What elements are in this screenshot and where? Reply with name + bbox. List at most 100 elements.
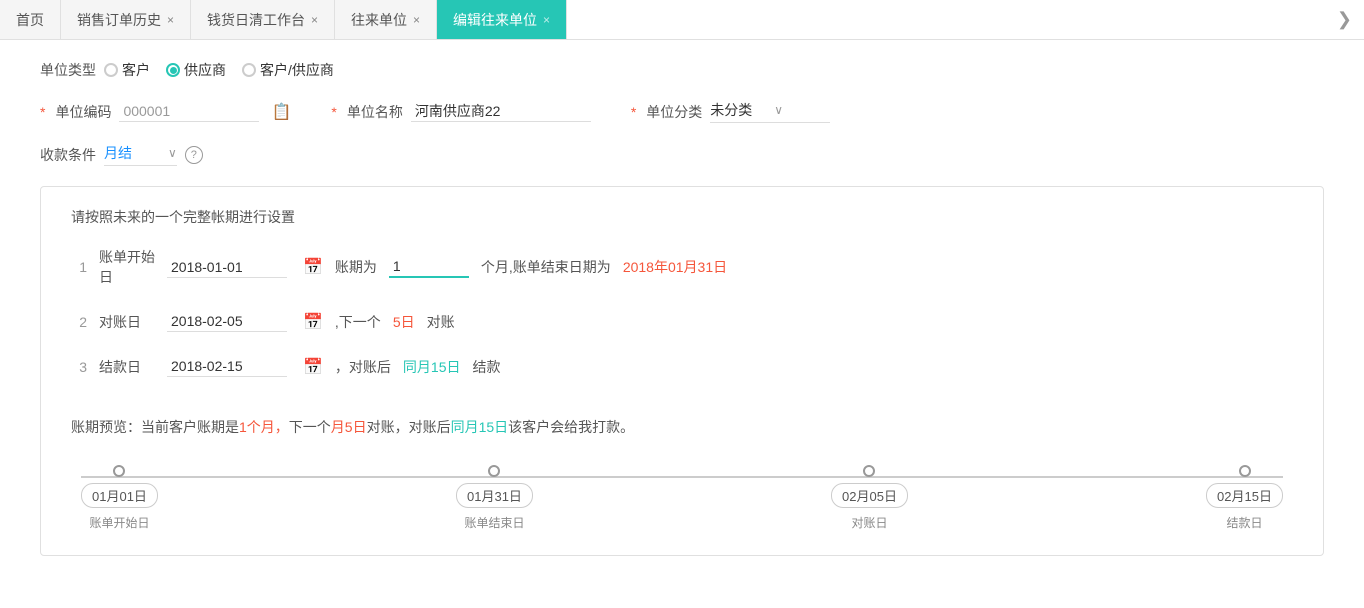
tab-home-label: 首页 — [16, 10, 44, 30]
payment-terms-arrow: ∨ — [168, 146, 177, 160]
timeline-node-1: 01月01日 账单开始日 — [81, 465, 158, 531]
radio-group-unit-type: 客户 供应商 客户/供应商 — [104, 60, 334, 80]
payment-day-highlight: 同月15日 — [403, 357, 461, 377]
radio-customer-supplier-label: 客户/供应商 — [260, 60, 334, 80]
period-suffix-pre: 个月,账单结束日期为 — [481, 257, 611, 277]
tab-sales-history[interactable]: 销售订单历史 × — [61, 0, 191, 39]
preview-months: 1个月， — [239, 419, 289, 435]
period-prefix: 账期为 — [335, 257, 377, 277]
tab-cash-work[interactable]: 钱货日清工作台 × — [191, 0, 335, 39]
unit-code-label: 单位编码 — [55, 102, 111, 122]
radio-customer-supplier-circle — [242, 63, 256, 77]
unit-category-value: 未分类 — [710, 100, 770, 120]
preview-reconcile-day: 月5日 — [331, 419, 367, 435]
tab-partner-unit-close[interactable]: × — [413, 13, 420, 27]
timeline-dot-2 — [488, 465, 500, 477]
unit-category-label: 单位分类 — [646, 102, 702, 122]
timeline-badge-4: 02月15日 — [1206, 483, 1283, 508]
timeline-sublabel-2: 账单结束日 — [464, 514, 524, 531]
tab-edit-partner[interactable]: 编辑往来单位 × — [437, 0, 567, 39]
setting-row-1: 1 账单开始日 📅 账期为 个月,账单结束日期为 2018年01月31日 — [71, 247, 1293, 287]
unit-type-group: 单位类型 客户 供应商 客户/供应商 — [40, 60, 334, 80]
radio-customer-circle — [104, 63, 118, 77]
unit-code-icon[interactable]: 📋 — [271, 102, 291, 122]
timeline-nodes: 01月01日 账单开始日 01月31日 账单结束日 02月05日 对账日 — [81, 465, 1283, 531]
payment-terms-value: 月结 — [104, 143, 164, 163]
unit-name-label: 单位名称 — [347, 102, 403, 122]
payment-help-icon[interactable]: ? — [185, 146, 203, 164]
unit-info-row: * 单位编码 📋 * 单位名称 * 单位分类 未分类 ∨ — [40, 100, 1324, 123]
timeline-badge-1: 01月01日 — [81, 483, 158, 508]
preview-reconcile-suffix: 对账，对账后 — [367, 419, 451, 435]
tab-home[interactable]: 首页 — [0, 0, 61, 39]
timeline-node-3: 02月05日 对账日 — [831, 465, 908, 531]
unit-name-group: * 单位名称 — [331, 101, 590, 122]
timeline-badge-2: 01月31日 — [456, 483, 533, 508]
payment-terms-row: 收款条件 月结 ∨ ? — [40, 143, 1324, 166]
reconcile-date-cal-icon[interactable]: 📅 — [303, 312, 323, 332]
timeline-container: 01月01日 账单开始日 01月31日 账单结束日 02月05日 对账日 — [71, 465, 1293, 531]
payment-date-cal-icon[interactable]: 📅 — [303, 357, 323, 377]
timeline-badge-3: 02月05日 — [831, 483, 908, 508]
end-date-highlight: 2018年01月31日 — [623, 257, 727, 277]
setting-row-3: 3 结款日 📅 ，对账后 同月15日 结款 — [71, 356, 1293, 377]
payment-terms-select[interactable]: 月结 ∨ — [104, 143, 177, 166]
start-date-cal-icon[interactable]: 📅 — [303, 257, 323, 277]
unit-category-arrow: ∨ — [774, 103, 783, 117]
radio-supplier-label: 供应商 — [184, 60, 226, 80]
tab-cash-work-label: 钱货日清工作台 — [207, 10, 305, 30]
radio-supplier[interactable]: 供应商 — [166, 60, 226, 80]
tab-cash-work-close[interactable]: × — [311, 13, 318, 27]
timeline-sublabel-3: 对账日 — [851, 514, 887, 531]
start-date-input[interactable] — [167, 257, 287, 278]
tab-partner-unit[interactable]: 往来单位 × — [335, 0, 437, 39]
settings-card: 请按照未来的一个完整帐期进行设置 1 账单开始日 📅 账期为 个月,账单结束日期… — [40, 186, 1324, 556]
radio-customer[interactable]: 客户 — [104, 60, 150, 80]
unit-code-required: * — [40, 104, 45, 120]
step-2-num: 2 — [71, 314, 87, 330]
unit-name-input[interactable] — [411, 101, 591, 122]
tab-expand-button[interactable]: ❯ — [1325, 9, 1364, 30]
reconcile-date-input[interactable] — [167, 311, 287, 332]
preview-reconcile-prefix: 下一个 — [289, 419, 331, 435]
period-input[interactable] — [389, 256, 469, 278]
unit-type-label: 单位类型 — [40, 60, 96, 80]
timeline-dot-1 — [113, 465, 125, 477]
step-1-label: 账单开始日 — [99, 247, 155, 287]
reconcile-prefix: ,下一个 — [335, 312, 381, 332]
unit-code-input[interactable] — [119, 101, 259, 122]
timeline-sublabel-4: 结款日 — [1227, 514, 1263, 531]
step-3-label: 结款日 — [99, 357, 155, 377]
timeline-dot-4 — [1239, 465, 1251, 477]
unit-category-required: * — [631, 104, 636, 120]
unit-type-row: 单位类型 客户 供应商 客户/供应商 — [40, 60, 1324, 80]
preview-suffix: 该客户会给我打款。 — [508, 419, 634, 435]
payment-date-input[interactable] — [167, 356, 287, 377]
preview-section: 账期预览：当前客户账期是1个月，下一个月5日对账，对账后同月15日该客户会给我打… — [71, 401, 1293, 531]
unit-category-group: * 单位分类 未分类 ∨ — [631, 100, 830, 123]
unit-code-group: * 单位编码 📋 — [40, 101, 291, 122]
timeline-node-4: 02月15日 结款日 — [1206, 465, 1283, 531]
timeline-node-2: 01月31日 账单结束日 — [456, 465, 533, 531]
tab-bar: 首页 销售订单历史 × 钱货日清工作台 × 往来单位 × 编辑往来单位 × ❯ — [0, 0, 1364, 40]
payment-prefix: ，对账后 — [335, 357, 391, 377]
unit-category-select[interactable]: 未分类 ∨ — [710, 100, 830, 123]
tab-partner-unit-label: 往来单位 — [351, 10, 407, 30]
preview-payment-day: 同月15日 — [451, 419, 509, 435]
radio-customer-label: 客户 — [122, 60, 150, 80]
preview-text: 账期预览：当前客户账期是1个月，下一个月5日对账，对账后同月15日该客户会给我打… — [71, 417, 1293, 437]
reconcile-day-highlight: 5日 — [393, 312, 415, 332]
payment-terms-label: 收款条件 — [40, 145, 96, 165]
setting-row-2: 2 对账日 📅 ,下一个 5日 对账 — [71, 311, 1293, 332]
radio-customer-supplier[interactable]: 客户/供应商 — [242, 60, 334, 80]
main-content: 单位类型 客户 供应商 客户/供应商 * 单位编码 — [0, 40, 1364, 608]
timeline-sublabel-1: 账单开始日 — [89, 514, 149, 531]
step-3-num: 3 — [71, 359, 87, 375]
tab-sales-history-label: 销售订单历史 — [77, 10, 161, 30]
unit-name-required: * — [331, 104, 336, 120]
card-title: 请按照未来的一个完整帐期进行设置 — [71, 207, 1293, 227]
payment-suffix: 结款 — [473, 357, 501, 377]
tab-sales-history-close[interactable]: × — [167, 13, 174, 27]
timeline-dot-3 — [863, 465, 875, 477]
tab-edit-partner-close[interactable]: × — [543, 13, 550, 27]
